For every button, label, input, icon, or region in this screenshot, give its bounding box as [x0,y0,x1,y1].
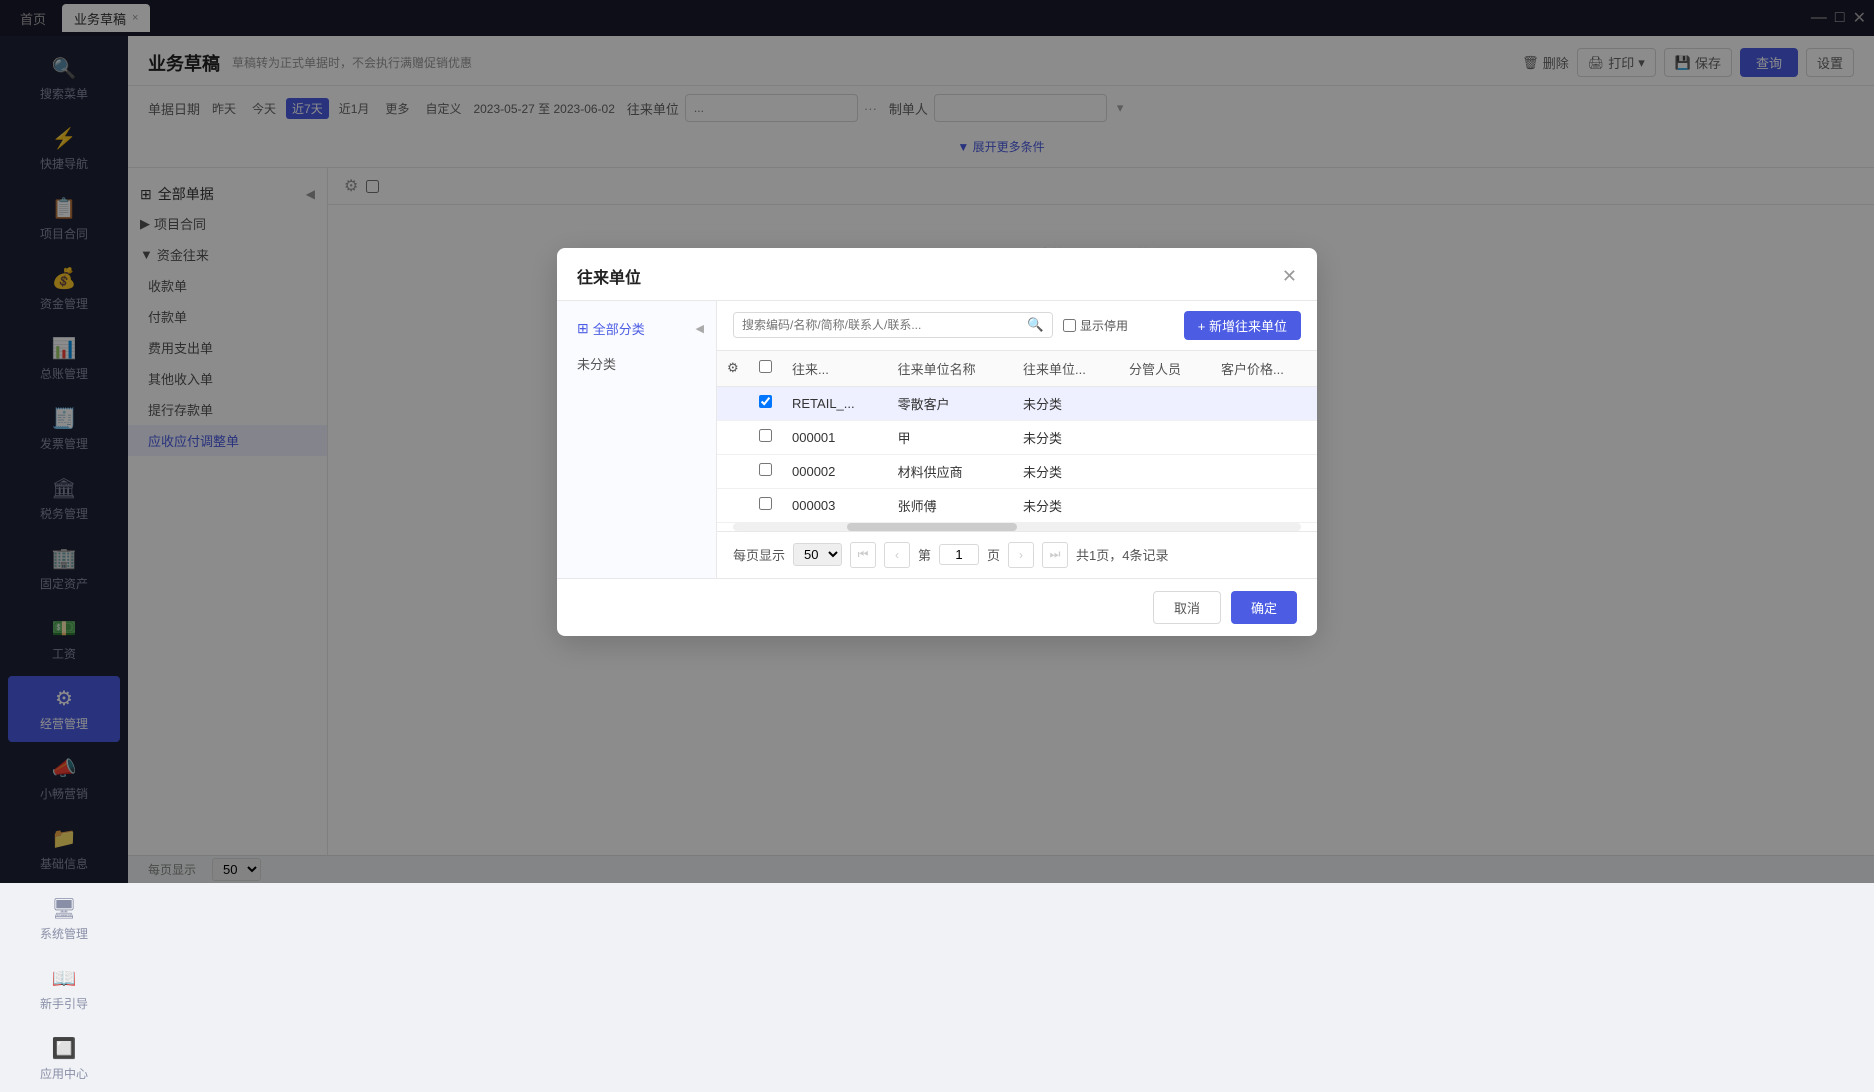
row-code-cell: 000003 [782,488,888,522]
dialog-cancel-button[interactable]: 取消 [1153,591,1221,624]
partner-dialog: 往来单位 ✕ ⊞ 全部分类 ◀ 未分类 [557,248,1317,636]
partner-search-button[interactable]: 🔍 [1019,313,1052,337]
table-header-row: ⚙ 往来... 往来单位名称 往来单位... 分管人员 客户价格... [717,351,1317,387]
page-prev-button[interactable]: ‹ [884,542,910,568]
sys-mgmt-icon: 🖥 [51,896,76,921]
add-partner-button[interactable]: + 新增往来单位 [1184,311,1301,340]
col-checkbox [749,351,782,387]
dialog-per-page-select[interactable]: 50 [793,543,842,566]
table-row[interactable]: 000001 甲 未分类 [717,420,1317,454]
partner-search-input[interactable] [734,313,1019,337]
row-name-cell: 材料供应商 [888,454,1013,488]
table-row[interactable]: 000002 材料供应商 未分类 [717,454,1317,488]
sidebar-item-app-center[interactable]: 🔲 应用中心 [8,1026,120,1092]
page-next-button[interactable]: › [1008,542,1034,568]
sidebar-item-guide[interactable]: 📖 新手引导 [8,956,120,1022]
row-checkbox[interactable] [759,497,772,510]
dialog-cat-unclassified[interactable]: 未分类 [557,348,716,379]
row-checkbox[interactable] [759,395,772,408]
row-manager-cell [1119,454,1211,488]
dialog-right-panel: 🔍 显示停用 + 新增往来单位 ⚙ [717,301,1317,578]
dialog-footer: 取消 确定 [557,578,1317,636]
search-input-wrap: 🔍 [733,312,1053,338]
page-last-button[interactable]: ⏭ [1042,542,1068,568]
row-settings-cell [717,488,749,522]
dialog-scrollbar-thumb[interactable] [847,523,1017,531]
row-price-cell [1211,386,1317,420]
sidebar-item-sys-mgmt[interactable]: 🖥 系统管理 [8,886,120,952]
dialog-overlay[interactable]: 往来单位 ✕ ⊞ 全部分类 ◀ 未分类 [0,0,1874,883]
app-center-icon: 🔲 [52,1036,77,1061]
dialog-collapse-arrow-icon[interactable]: ◀ [692,318,708,339]
row-checkbox-cell[interactable] [749,454,782,488]
row-settings-cell [717,420,749,454]
per-page-label: 每页显示 [733,545,785,564]
dialog-categories: ⊞ 全部分类 ◀ 未分类 [557,301,717,578]
row-name-cell: 张师傅 [888,488,1013,522]
row-manager-cell [1119,420,1211,454]
table-row[interactable]: 000003 张师傅 未分类 [717,488,1317,522]
row-manager-cell [1119,386,1211,420]
row-settings-cell [717,386,749,420]
col-price-header: 客户价格... [1211,351,1317,387]
row-code-cell: 000002 [782,454,888,488]
row-name-cell: 零散客户 [888,386,1013,420]
row-code-cell: 000001 [782,420,888,454]
row-manager-cell [1119,488,1211,522]
row-category-cell: 未分类 [1013,454,1119,488]
row-settings-cell [717,454,749,488]
row-price-cell [1211,454,1317,488]
row-category-cell: 未分类 [1013,420,1119,454]
row-price-cell [1211,488,1317,522]
total-records-label: 共1页，4条记录 [1076,545,1168,564]
dialog-table-wrap: ⚙ 往来... 往来单位名称 往来单位... 分管人员 客户价格... [717,351,1317,523]
row-checkbox[interactable] [759,463,772,476]
page-first-button[interactable]: ⏮ [850,542,876,568]
col-settings: ⚙ [717,351,749,387]
dialog-cat-all[interactable]: ⊞ 全部分类 [565,313,657,344]
page-number-input[interactable] [939,544,979,565]
row-name-cell: 甲 [888,420,1013,454]
row-code-cell: RETAIL_... [782,386,888,420]
row-checkbox[interactable] [759,429,772,442]
dialog-close-button[interactable]: ✕ [1282,267,1297,285]
dialog-pagination: 每页显示 50 ⏮ ‹ 第 页 › ⏭ 共1页，4条记录 [717,531,1317,578]
row-checkbox-cell[interactable] [749,386,782,420]
dialog-title: 往来单位 [577,264,641,288]
partner-table: ⚙ 往来... 往来单位名称 往来单位... 分管人员 客户价格... [717,351,1317,523]
grid-cat-icon: ⊞ [577,320,589,337]
col-code-header: 往来... [782,351,888,387]
row-category-cell: 未分类 [1013,488,1119,522]
dialog-scrollbar[interactable] [733,523,1301,531]
page-label: 第 [918,545,931,564]
col-name-header: 往来单位名称 [888,351,1013,387]
show-disabled-toggle[interactable]: 显示停用 [1063,317,1128,334]
table-header-checkbox[interactable] [759,360,772,373]
row-category-cell: 未分类 [1013,386,1119,420]
row-checkbox-cell[interactable] [749,488,782,522]
dialog-body: ⊞ 全部分类 ◀ 未分类 🔍 [557,301,1317,578]
col-category-header: 往来单位... [1013,351,1119,387]
dialog-toolbar: 🔍 显示停用 + 新增往来单位 [717,301,1317,351]
dialog-confirm-button[interactable]: 确定 [1231,591,1297,624]
show-disabled-checkbox[interactable] [1063,319,1076,332]
dialog-header: 往来单位 ✕ [557,248,1317,301]
row-price-cell [1211,420,1317,454]
guide-icon: 📖 [52,966,77,991]
table-row[interactable]: RETAIL_... 零散客户 未分类 [717,386,1317,420]
col-manager-header: 分管人员 [1119,351,1211,387]
page-end-label: 页 [987,545,1000,564]
row-checkbox-cell[interactable] [749,420,782,454]
